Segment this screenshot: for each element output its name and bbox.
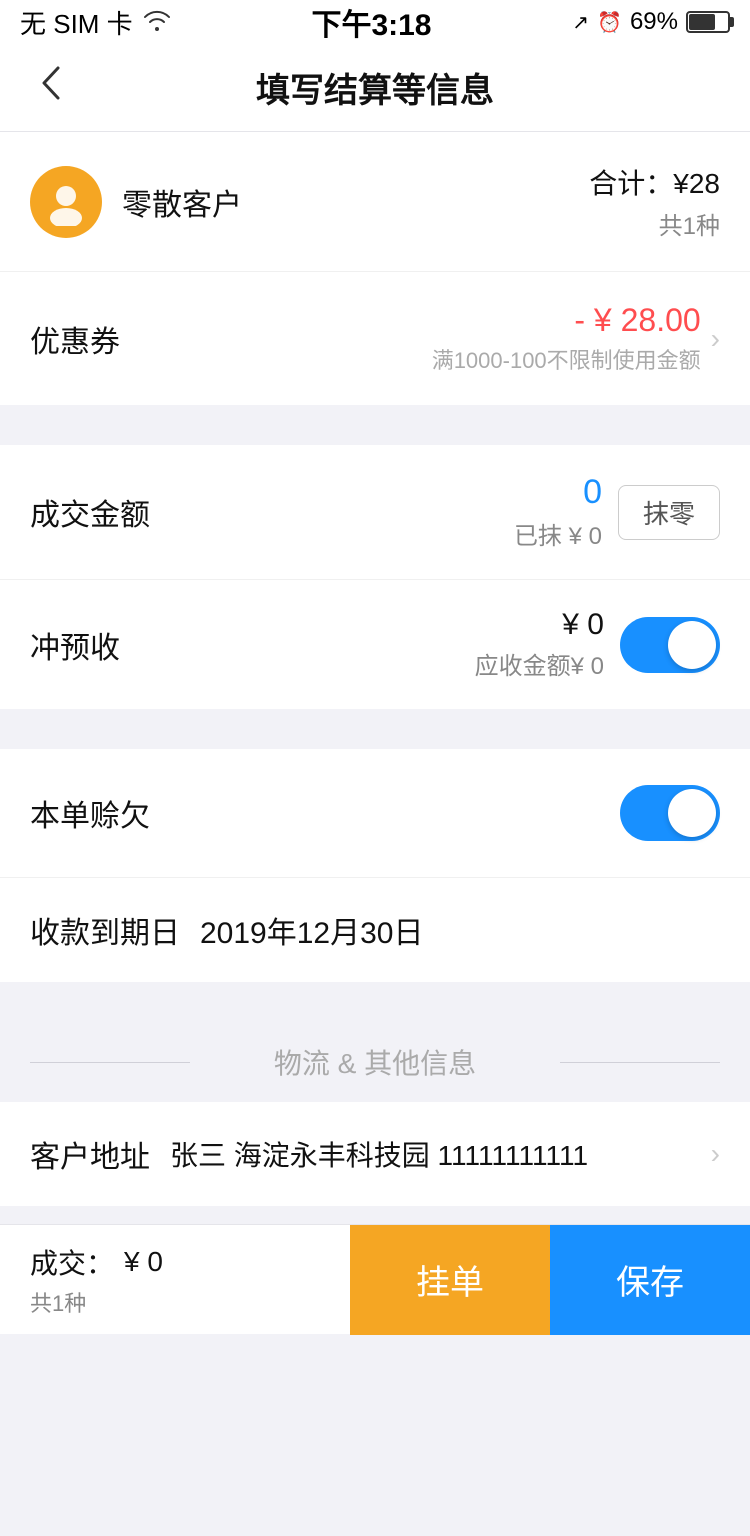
bottom-transaction-value: ¥ 0 [124, 1246, 163, 1278]
bottom-transaction-label: 成交： [30, 1242, 114, 1282]
transaction-row: 成交金额 0 已抹 ¥ 0 抹零 [0, 445, 750, 580]
customer-total: 合计：¥28 共1种 [589, 162, 720, 241]
wifi-icon [143, 7, 171, 38]
chevron-right-icon: › [711, 323, 720, 355]
bottom-transaction: 成交： ¥ 0 [30, 1242, 320, 1282]
ya-zhi-label: 已抹 ¥ 0 [514, 516, 602, 551]
bottom-info: 成交： ¥ 0 共1种 [0, 1242, 350, 1318]
customer-name: 零散客户 [122, 180, 242, 224]
address-chevron-icon: › [711, 1138, 720, 1170]
page-title: 填写结算等信息 [256, 63, 494, 112]
due-date-label: 收款到期日 [30, 908, 180, 952]
battery-percent: 69% [630, 8, 678, 36]
transaction-amount[interactable]: 0 [583, 473, 602, 512]
debt-row: 本单赊欠 [0, 749, 750, 877]
status-bar: 无 SIM 卡 下午3:18 ↗ ⏰ 69% [0, 0, 750, 44]
prepay-amount-stack: ¥ 0 应收金额¥ 0 [475, 608, 604, 681]
customer-left: 零散客户 [30, 166, 242, 238]
status-left: 无 SIM 卡 [20, 4, 171, 41]
total-count: 共1种 [589, 206, 720, 241]
carrier-label: 无 SIM 卡 [20, 4, 133, 41]
address-section: 客户地址 张三 海淀永丰科技园 11111111111 › [0, 1102, 750, 1206]
due-date-value: 2019年12月30日 [200, 908, 423, 952]
customer-section: 零散客户 合计：¥28 共1种 优惠券 - ¥ 28.00 满1000-100不… [0, 132, 750, 405]
debt-toggle[interactable] [620, 785, 720, 841]
logistics-header: 物流 & 其他信息 [0, 1022, 750, 1102]
transaction-right: 0 已抹 ¥ 0 抹零 [514, 473, 720, 551]
total-amount: 合计：¥28 [589, 162, 720, 202]
bottom-bar: 成交： ¥ 0 共1种 挂单 保存 [0, 1224, 750, 1334]
save-button[interactable]: 保存 [550, 1225, 750, 1335]
logistics-title: 物流 & 其他信息 [254, 1042, 496, 1082]
coupon-info: - ¥ 28.00 满1000-100不限制使用金额 [432, 302, 701, 375]
round-zero-button[interactable]: 抹零 [618, 485, 720, 540]
coupon-right: - ¥ 28.00 满1000-100不限制使用金额 › [432, 302, 720, 375]
prepay-amount: ¥ 0 [562, 608, 604, 642]
debt-section: 本单赊欠 收款到期日 2019年12月30日 [0, 749, 750, 982]
address-value: 张三 海淀永丰科技园 11111111111 [170, 1134, 711, 1174]
coupon-row[interactable]: 优惠券 - ¥ 28.00 满1000-100不限制使用金额 › [0, 271, 750, 405]
status-time: 下午3:18 [311, 0, 431, 44]
debt-toggle-knob [668, 789, 716, 837]
status-right: ↗ ⏰ 69% [572, 8, 730, 36]
separator-2 [0, 729, 750, 749]
coupon-desc: 满1000-100不限制使用金额 [432, 343, 701, 375]
hang-button[interactable]: 挂单 [350, 1225, 550, 1335]
toggle-knob [668, 621, 716, 669]
alarm-icon: ⏰ [597, 10, 622, 35]
battery-icon [686, 11, 730, 33]
separator-3 [0, 1002, 750, 1022]
debt-label: 本单赊欠 [30, 791, 150, 835]
coupon-discount: - ¥ 28.00 [432, 302, 701, 339]
prepay-label: 冲预收 [30, 623, 120, 667]
customer-row: 零散客户 合计：¥28 共1种 [0, 132, 750, 271]
coupon-label: 优惠券 [30, 317, 120, 361]
transaction-amount-stack: 0 已抹 ¥ 0 [514, 473, 602, 551]
avatar [30, 166, 102, 238]
prepay-toggle[interactable] [620, 617, 720, 673]
bottom-count: 共1种 [30, 1286, 320, 1318]
transaction-section: 成交金额 0 已抹 ¥ 0 抹零 冲预收 ¥ 0 应收金额¥ 0 [0, 445, 750, 709]
address-row[interactable]: 客户地址 张三 海淀永丰科技园 11111111111 › [0, 1102, 750, 1206]
prepay-sub: 应收金额¥ 0 [475, 646, 604, 681]
prepay-right: ¥ 0 应收金额¥ 0 [475, 608, 720, 681]
prepay-row: 冲预收 ¥ 0 应收金额¥ 0 [0, 580, 750, 709]
address-label: 客户地址 [30, 1132, 150, 1176]
separator-1 [0, 425, 750, 445]
nav-bar: 填写结算等信息 [0, 44, 750, 132]
due-date-row: 收款到期日 2019年12月30日 [0, 877, 750, 982]
location-icon: ↗ [572, 10, 589, 35]
transaction-label: 成交金额 [30, 490, 150, 534]
back-button[interactable] [30, 55, 72, 121]
